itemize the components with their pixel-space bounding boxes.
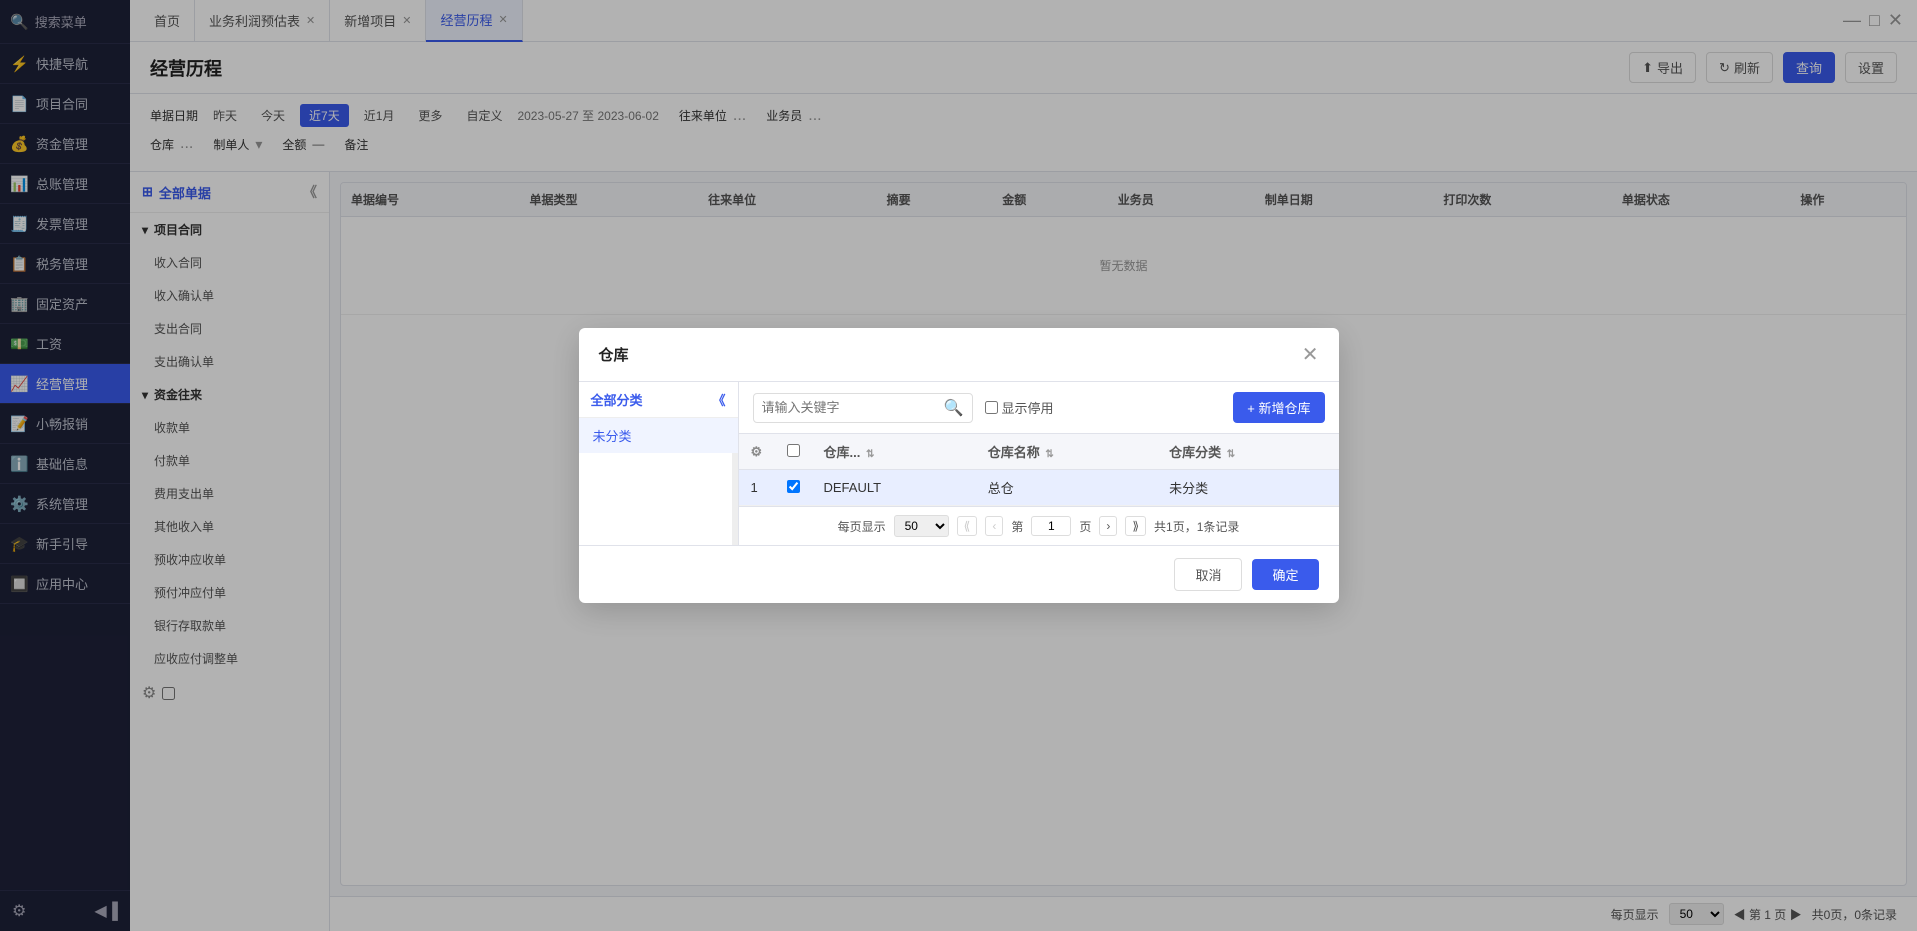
modal-toolbar: 🔍 显示停用 + 新增仓库 <box>739 382 1339 434</box>
modal-left-unclassified[interactable]: 未分类 <box>579 418 738 453</box>
modal-page-label: 第 <box>1011 518 1023 535</box>
modal-confirm-btn[interactable]: 确定 <box>1252 559 1318 590</box>
sort-name-icon[interactable]: ⇅ <box>1045 449 1053 460</box>
modal-col-category-label: 仓库分类 <box>1169 445 1221 460</box>
modal-left-panel: 全部分类 《 未分类 <box>579 382 739 545</box>
show-disabled-group: 显示停用 <box>985 398 1054 417</box>
sort-category-icon[interactable]: ⇅ <box>1227 449 1235 460</box>
modal-gear-icon[interactable]: ⚙ <box>751 444 763 459</box>
modal-left-scroll <box>579 453 738 545</box>
show-disabled-label: 显示停用 <box>1002 398 1054 417</box>
modal-total-records: 共1页，1条记录 <box>1154 518 1239 535</box>
modal-select-all-checkbox[interactable] <box>787 444 800 457</box>
modal-overlay[interactable]: 仓库 ✕ 全部分类 《 未分类 <box>0 0 1917 931</box>
modal-header: 仓库 ✕ <box>579 328 1339 382</box>
warehouse-modal: 仓库 ✕ 全部分类 《 未分类 <box>579 328 1339 603</box>
modal-left-scrollbar[interactable] <box>732 453 738 545</box>
modal-col-name-label: 仓库名称 <box>988 445 1040 460</box>
modal-search-box: 🔍 <box>753 393 973 423</box>
modal-warehouse-table: ⚙ 仓库... ⇅ 仓库名称 <box>739 434 1339 506</box>
row-checkbox[interactable] <box>787 480 800 493</box>
modal-body: 全部分类 《 未分类 🔍 <box>579 382 1339 545</box>
all-category-label: 全部分类 <box>591 390 643 409</box>
modal-actions: 取消 确定 <box>579 545 1339 603</box>
show-disabled-checkbox[interactable] <box>985 401 998 414</box>
row-name-cell: 总仓 <box>976 470 1157 506</box>
modal-col-code: 仓库... ⇅ <box>812 434 976 470</box>
modal-col-checkbox <box>775 434 812 470</box>
add-warehouse-label: + 新增仓库 <box>1247 398 1310 417</box>
add-warehouse-btn[interactable]: + 新增仓库 <box>1233 392 1324 423</box>
modal-search-icon: 🔍 <box>944 398 964 418</box>
modal-table-header: ⚙ 仓库... ⇅ 仓库名称 <box>739 434 1339 470</box>
modal-col-code-label: 仓库... <box>824 445 861 460</box>
row-code-cell: DEFAULT <box>812 470 976 506</box>
modal-collapse-icon: 《 <box>712 390 725 409</box>
modal-table-row[interactable]: 1 DEFAULT 总仓 未分类 <box>739 470 1339 506</box>
modal-col-category: 仓库分类 ⇅ <box>1157 434 1338 470</box>
modal-close-btn[interactable]: ✕ <box>1302 342 1319 367</box>
modal-page-size-label: 每页显示 <box>838 518 886 535</box>
modal-page-size-select[interactable]: 50 100 <box>894 515 949 537</box>
modal-cancel-btn[interactable]: 取消 <box>1174 558 1242 591</box>
modal-toolbar-left: 🔍 显示停用 <box>753 393 1054 423</box>
modal-all-category-btn[interactable]: 全部分类 《 <box>579 382 738 418</box>
modal-prev-page-btn[interactable]: ‹ <box>985 516 1003 536</box>
modal-first-page-btn[interactable]: ⟪ <box>957 516 978 536</box>
modal-col-gear: ⚙ <box>739 434 775 470</box>
modal-right-panel: 🔍 显示停用 + 新增仓库 <box>739 382 1339 545</box>
modal-next-page-btn[interactable]: › <box>1099 516 1117 536</box>
row-checkbox-cell <box>775 470 812 506</box>
modal-table-area: ⚙ 仓库... ⇅ 仓库名称 <box>739 434 1339 506</box>
modal-next-label: 页 <box>1079 518 1091 535</box>
modal-pagination: 每页显示 50 100 ⟪ ‹ 第 页 › ⟫ 共1页，1条记录 <box>739 506 1339 545</box>
modal-col-name: 仓库名称 ⇅ <box>976 434 1157 470</box>
row-num-cell: 1 <box>739 470 775 506</box>
modal-page-input[interactable] <box>1031 516 1071 536</box>
modal-search-input[interactable] <box>762 400 938 415</box>
modal-last-page-btn[interactable]: ⟫ <box>1125 516 1146 536</box>
row-category-cell: 未分类 <box>1157 470 1338 506</box>
modal-title: 仓库 <box>599 344 629 365</box>
sort-code-icon[interactable]: ⇅ <box>866 449 874 460</box>
unclassified-label: 未分类 <box>593 429 632 444</box>
